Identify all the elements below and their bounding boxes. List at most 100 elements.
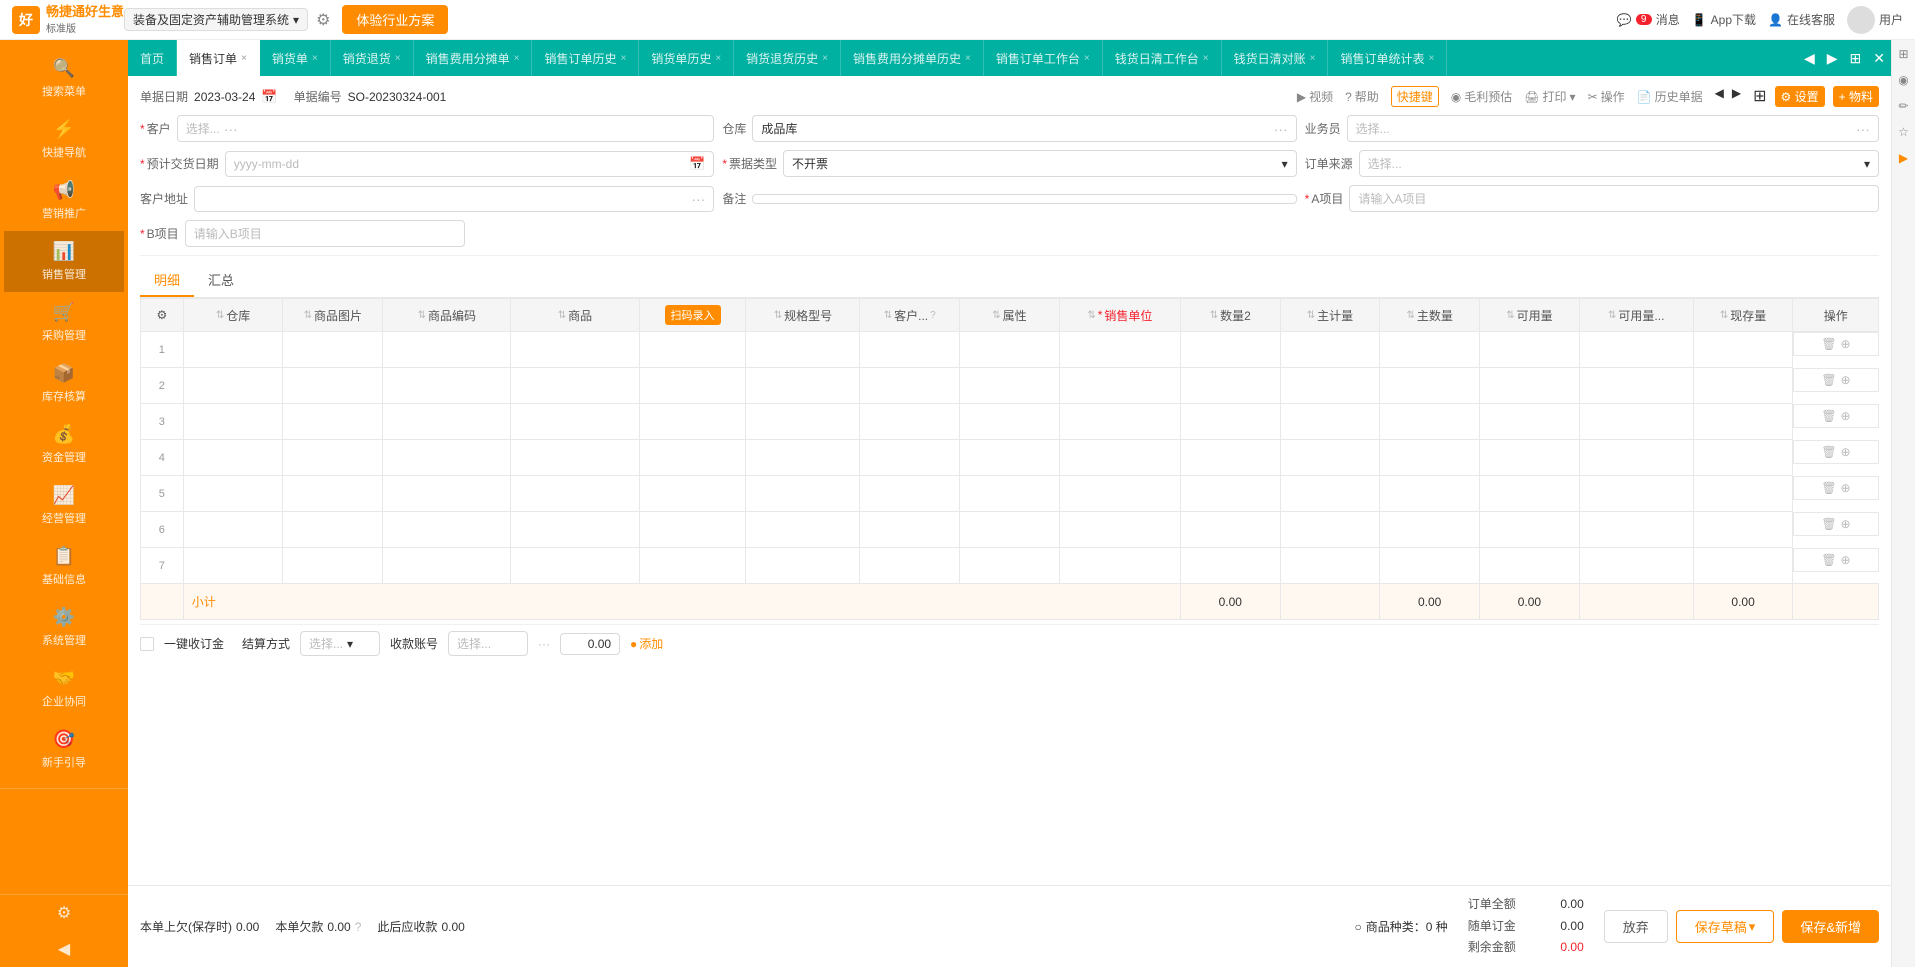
row-3-unit[interactable] <box>1059 404 1180 440</box>
sidebar-collapse-arrow[interactable]: ◀ <box>0 931 128 967</box>
user-btn[interactable]: 用户 <box>1847 6 1903 34</box>
calendar-icon[interactable]: 📅 <box>261 89 277 105</box>
a-project-input[interactable]: 请输入A项目 <box>1349 185 1879 212</box>
order-source-input[interactable]: 选择... ▾ <box>1359 150 1879 177</box>
row-1-unit[interactable] <box>1059 332 1180 368</box>
right-panel-btn-5[interactable]: ▶ <box>1894 148 1914 168</box>
help-btn[interactable]: ? 帮助 <box>1345 86 1379 107</box>
history-btn[interactable]: 📄 历史单据 <box>1637 86 1703 107</box>
delivery-date-input[interactable]: yyyy-mm-dd 📅 <box>225 151 715 177</box>
row-4-copy-icon[interactable]: ⊕ <box>1841 445 1851 459</box>
tab-close-icon[interactable]: × <box>241 53 247 64</box>
row-3-qty2[interactable] <box>1180 404 1280 440</box>
warehouse-dots-btn[interactable]: ··· <box>1274 121 1288 137</box>
tab-return-history[interactable]: 销货退货历史 × <box>734 40 841 76</box>
row-2-main-unit[interactable] <box>1280 368 1380 404</box>
row-5-attr[interactable] <box>960 476 1060 512</box>
sidebar-item-sales[interactable]: 📊 销售管理 <box>4 231 124 292</box>
row-4-unit[interactable] <box>1059 440 1180 476</box>
system-selector[interactable]: 装备及固定资产辅助管理系统 ▾ <box>124 8 308 31</box>
tab-order-stats[interactable]: 销售订单统计表 × <box>1328 40 1447 76</box>
address-input[interactable]: ··· <box>194 186 714 212</box>
row-7-copy-icon[interactable]: ⊕ <box>1841 553 1851 567</box>
row-3-main-qty[interactable] <box>1380 404 1480 440</box>
grid-view-btn[interactable]: ⊞ <box>1753 86 1766 107</box>
row-1-attr[interactable] <box>960 332 1060 368</box>
tab-sales-order[interactable]: 销售订单 × <box>177 40 260 76</box>
warehouse-input[interactable]: 成品库 ··· <box>752 115 1296 142</box>
tab-close-icon-11[interactable]: × <box>1310 53 1316 64</box>
row-3-code[interactable] <box>383 404 511 440</box>
remark-input[interactable] <box>752 194 1296 204</box>
tab-invoice-history[interactable]: 销货单历史 × <box>639 40 734 76</box>
row-2-product[interactable] <box>511 368 639 404</box>
settings-btn[interactable]: ⚙ 设置 <box>1775 86 1825 107</box>
operation-btn[interactable]: ✂ 操作 <box>1588 86 1625 107</box>
row-5-spec[interactable] <box>746 476 860 512</box>
prev-record-btn[interactable]: ◀ <box>1715 86 1724 107</box>
doc-no-value[interactable]: SO-20230324-001 <box>348 90 447 104</box>
payment-amount[interactable]: 0.00 <box>560 633 620 655</box>
tab-expense-split[interactable]: 销售费用分摊单 × <box>414 40 533 76</box>
row-2-spec[interactable] <box>746 368 860 404</box>
row-5-copy-icon[interactable]: ⊕ <box>1841 481 1851 495</box>
row-1-main-unit[interactable] <box>1280 332 1380 368</box>
row-2-code[interactable] <box>383 368 511 404</box>
delivery-calendar-icon[interactable]: 📅 <box>689 156 705 172</box>
tab-home[interactable]: 首页 <box>128 40 177 76</box>
row-5-main-unit[interactable] <box>1280 476 1380 512</box>
tab-close-icon-8[interactable]: × <box>965 53 971 64</box>
row-6-qty2[interactable] <box>1180 512 1280 548</box>
row-4-code[interactable] <box>383 440 511 476</box>
row-4-attr[interactable] <box>960 440 1060 476</box>
row-6-main-unit[interactable] <box>1280 512 1380 548</box>
industry-btn[interactable]: 体验行业方案 <box>342 5 448 34</box>
tab-daily-clear[interactable]: 钱货日清工作台 × <box>1103 40 1222 76</box>
row-7-main-qty[interactable] <box>1380 548 1480 584</box>
tab-close-icon-7[interactable]: × <box>822 53 828 64</box>
row-2-attr[interactable] <box>960 368 1060 404</box>
row-3-warehouse[interactable] <box>183 404 283 440</box>
sidebar-item-operations[interactable]: 📈 经营管理 <box>4 475 124 536</box>
row-4-delete-icon[interactable]: 🗑 <box>1821 445 1836 459</box>
invoice-type-select[interactable]: 不开票 ▾ <box>783 150 1297 177</box>
next-record-btn[interactable]: ▶ <box>1732 86 1741 107</box>
customer-dots-btn[interactable]: ··· <box>224 121 238 137</box>
save-draft-btn[interactable]: 保存草稿 ▾ <box>1676 910 1775 943</box>
profit-btn[interactable]: ◉ 毛利预估 <box>1451 86 1513 107</box>
sidebar-item-finance[interactable]: 💰 资金管理 <box>4 414 124 475</box>
tab-close-icon-9[interactable]: × <box>1084 53 1090 64</box>
customer-input[interactable]: 选择... ··· <box>177 115 715 142</box>
sidebar-collapse-btn[interactable]: ⚙ <box>0 895 128 931</box>
right-panel-btn-1[interactable]: ⊞ <box>1894 44 1914 64</box>
row-1-customer-code[interactable] <box>860 332 960 368</box>
row-6-copy-icon[interactable]: ⊕ <box>1841 517 1851 531</box>
row-4-customer-code[interactable] <box>860 440 960 476</box>
tab-close-icon-6[interactable]: × <box>715 53 721 64</box>
row-2-delete-icon[interactable]: 🗑 <box>1821 373 1836 387</box>
row-5-code[interactable] <box>383 476 511 512</box>
row-4-warehouse[interactable] <box>183 440 283 476</box>
row-6-delete-icon[interactable]: 🗑 <box>1821 517 1836 531</box>
row-3-copy-icon[interactable]: ⊕ <box>1841 409 1851 423</box>
row-1-code[interactable] <box>383 332 511 368</box>
row-6-main-qty[interactable] <box>1380 512 1480 548</box>
add-material-btn[interactable]: + 物料 <box>1833 86 1879 107</box>
row-7-attr[interactable] <box>960 548 1060 584</box>
row-4-product[interactable] <box>511 440 639 476</box>
tab-close-icon-2[interactable]: × <box>312 53 318 64</box>
sidebar-item-inventory[interactable]: 📦 库存核算 <box>4 353 124 414</box>
row-2-unit[interactable] <box>1059 368 1180 404</box>
row-1-main-qty[interactable] <box>1380 332 1480 368</box>
row-7-unit[interactable] <box>1059 548 1180 584</box>
tab-daily-reconcile[interactable]: 钱货日清对账 × <box>1222 40 1329 76</box>
tab-close-icon-10[interactable]: × <box>1203 53 1209 64</box>
payment-dots-btn[interactable]: ··· <box>538 637 550 651</box>
tab-order-workbench[interactable]: 销售订单工作台 × <box>984 40 1103 76</box>
row-6-spec[interactable] <box>746 512 860 548</box>
online-service-btn[interactable]: 👤 在线客服 <box>1768 11 1835 28</box>
sidebar-item-search[interactable]: 🔍 搜索菜单 <box>4 48 124 109</box>
row-7-product[interactable] <box>511 548 639 584</box>
row-7-customer-code[interactable] <box>860 548 960 584</box>
payment-account-select[interactable]: 选择... <box>448 631 528 656</box>
